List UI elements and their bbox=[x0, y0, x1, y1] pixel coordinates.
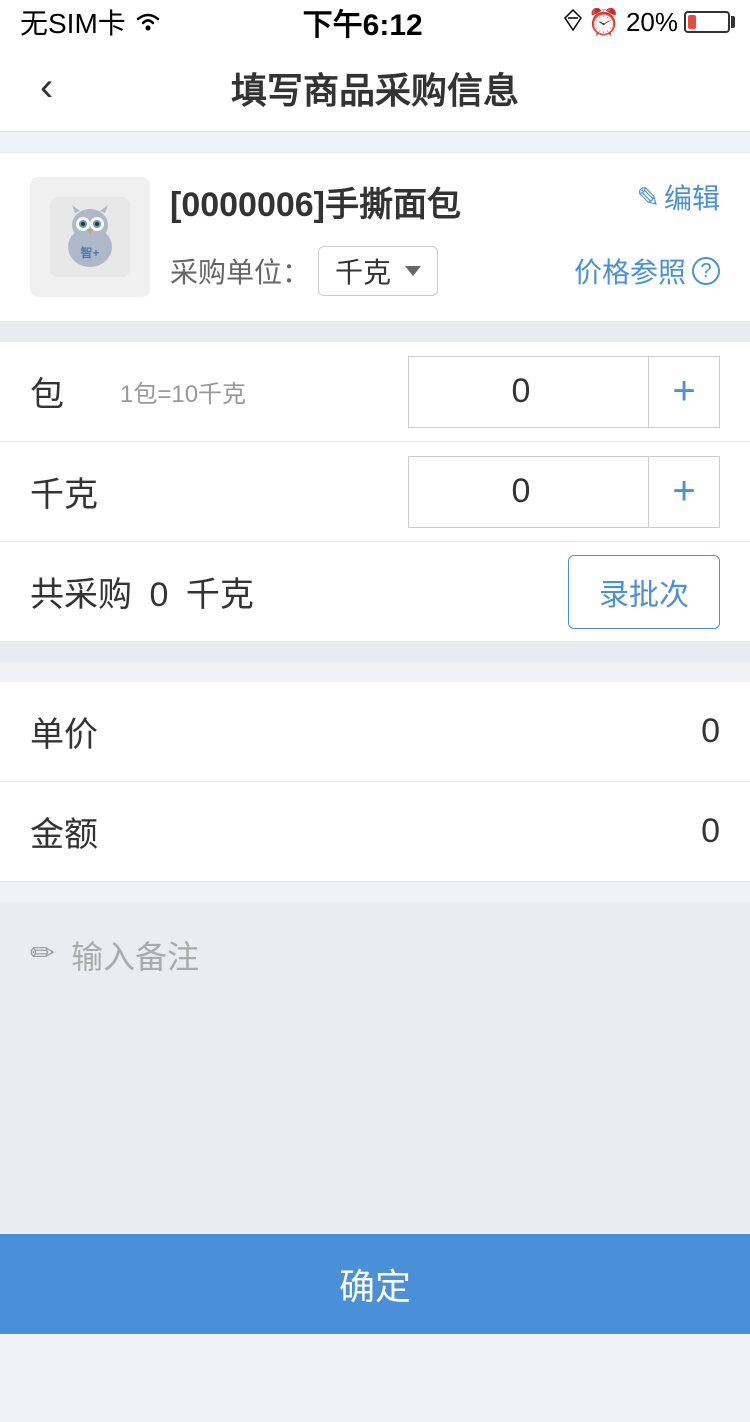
remark-section[interactable]: ✏ 输入备注 bbox=[0, 902, 750, 1022]
section-divider-2 bbox=[0, 642, 750, 662]
pencil-icon: ✏ bbox=[30, 936, 55, 971]
input-section: 包 1包=10千克 + 千克 + 共采购 0 千克 录批次 bbox=[0, 342, 750, 642]
edit-icon: ✎ bbox=[637, 181, 660, 214]
price-section: 单价 0 金额 0 bbox=[0, 682, 750, 882]
info-icon: ? bbox=[692, 257, 720, 285]
nav-bar: ‹ 填写商品采购信息 bbox=[0, 44, 750, 132]
status-time: 下午6:12 bbox=[303, 0, 423, 44]
amount-value: 0 bbox=[701, 812, 720, 851]
kg-label: 千克 bbox=[30, 467, 110, 516]
svg-text:智+: 智+ bbox=[79, 245, 99, 260]
unit-price-row: 单价 0 bbox=[0, 682, 750, 782]
bag-quantity-input[interactable] bbox=[408, 356, 648, 428]
battery-percent: 20% bbox=[626, 7, 678, 38]
product-thumbnail: 智+ bbox=[30, 177, 150, 297]
product-info: [0000006]手撕面包 ✎ 编辑 采购单位： 千克 价格参照 ? bbox=[170, 177, 720, 296]
bag-input-wrapper: + bbox=[408, 356, 720, 428]
status-bar: 无SIM卡 下午6:12 ⏰ 20% bbox=[0, 0, 750, 44]
bag-hint: 1包=10千克 bbox=[120, 374, 408, 409]
record-batch-button[interactable]: 录批次 bbox=[568, 555, 720, 629]
carrier-text: 无SIM卡 bbox=[20, 2, 126, 42]
unit-price-label: 单价 bbox=[30, 707, 98, 756]
summary-text: 共采购 0 千克 bbox=[30, 567, 254, 616]
unit-select[interactable]: 千克 bbox=[318, 246, 438, 296]
location-icon bbox=[564, 7, 582, 38]
price-reference-button[interactable]: 价格参照 ? bbox=[574, 251, 720, 291]
alarm-icon: ⏰ bbox=[588, 7, 620, 38]
section-divider-1 bbox=[0, 322, 750, 342]
amount-row: 金额 0 bbox=[0, 782, 750, 882]
product-card: 智+ [0000006]手撕面包 ✎ 编辑 采购单位： 千克 bbox=[0, 152, 750, 322]
unit-label: 采购单位： bbox=[170, 251, 310, 291]
kg-input-row: 千克 + bbox=[0, 442, 750, 542]
product-logo: 智+ bbox=[50, 197, 130, 277]
status-right: ⏰ 20% bbox=[564, 7, 730, 38]
kg-plus-button[interactable]: + bbox=[648, 456, 720, 528]
page-title: 填写商品采购信息 bbox=[231, 62, 519, 114]
amount-label: 金额 bbox=[30, 807, 98, 856]
edit-button[interactable]: ✎ 编辑 bbox=[637, 177, 720, 217]
unit-price-value: 0 bbox=[701, 712, 720, 751]
bag-label: 包 bbox=[30, 367, 110, 416]
status-left: 无SIM卡 bbox=[20, 2, 162, 42]
bag-input-row: 包 1包=10千克 + bbox=[0, 342, 750, 442]
summary-row: 共采购 0 千克 录批次 bbox=[0, 542, 750, 642]
product-name: [0000006]手撕面包 bbox=[170, 177, 637, 226]
wifi-icon bbox=[134, 6, 162, 38]
back-button[interactable]: ‹ bbox=[30, 55, 63, 120]
confirm-button-label: 确定 bbox=[339, 1258, 411, 1310]
kg-quantity-input[interactable] bbox=[408, 456, 648, 528]
bag-plus-button[interactable]: + bbox=[648, 356, 720, 428]
kg-input-wrapper: + bbox=[408, 456, 720, 528]
remark-placeholder: 输入备注 bbox=[71, 932, 199, 978]
chevron-down-icon bbox=[405, 266, 421, 276]
confirm-button[interactable]: 确定 bbox=[0, 1234, 750, 1334]
battery-icon bbox=[684, 11, 730, 33]
